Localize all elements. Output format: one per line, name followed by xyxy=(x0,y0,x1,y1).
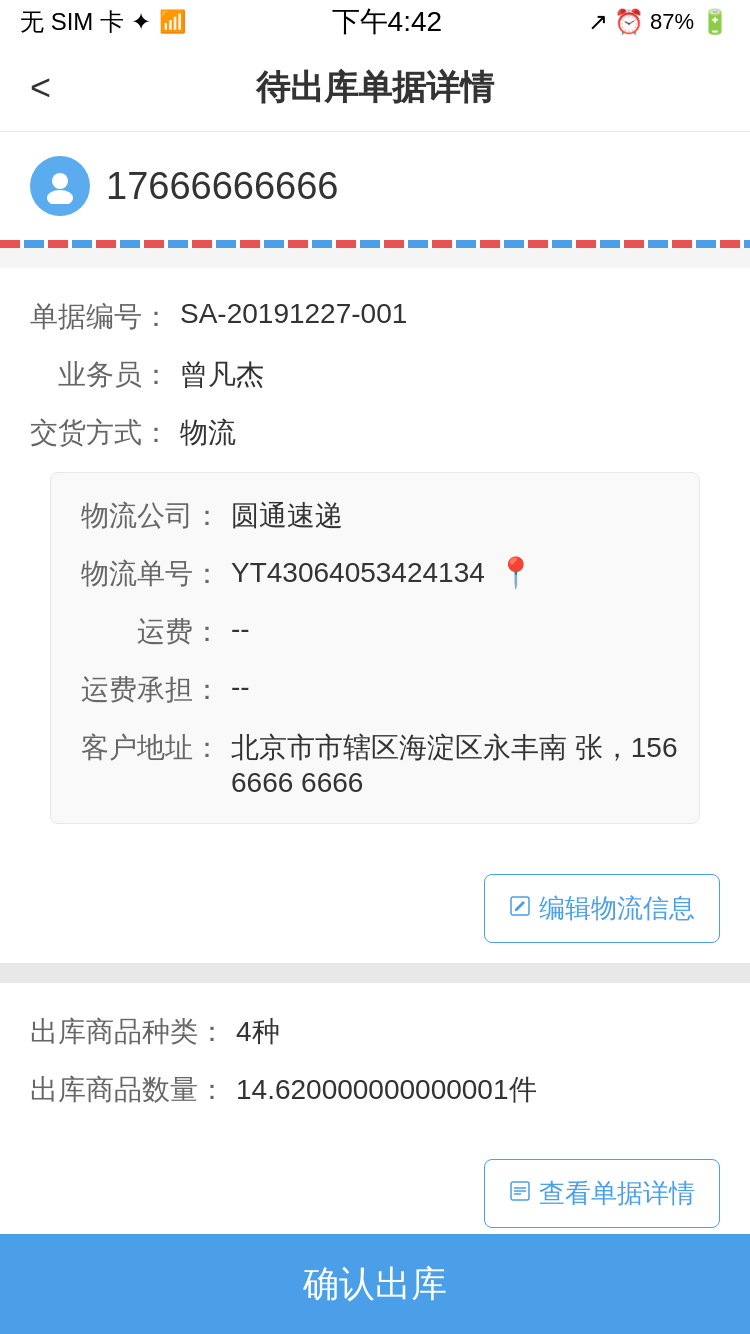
salesperson-value: 曾凡杰 xyxy=(180,356,720,394)
freight-bear-value: -- xyxy=(231,671,679,703)
company-row: 物流公司： 圆通速递 xyxy=(71,497,679,535)
goods-quantity-label: 出库商品数量： xyxy=(30,1071,226,1109)
salesperson-label: 业务员： xyxy=(30,356,170,394)
goods-types-label: 出库商品种类： xyxy=(30,1013,226,1051)
confirm-button-label: 确认出库 xyxy=(303,1260,447,1309)
document-row: 单据编号： SA-20191227-001 xyxy=(30,298,720,336)
nav-bar: < 待出库单据详情 xyxy=(0,44,750,132)
delivery-row: 交货方式： 物流 xyxy=(30,414,720,452)
goods-types-value: 4种 xyxy=(236,1013,720,1051)
battery-indicator: 87% xyxy=(650,9,694,35)
goods-types-row: 出库商品种类： 4种 xyxy=(30,1013,720,1051)
wifi-icon: 📶 xyxy=(159,9,186,35)
goods-quantity-value: 14.620000000000001件 xyxy=(236,1071,720,1109)
section-separator xyxy=(0,963,750,983)
address-row: 客户地址： 北京市市辖区海淀区永丰南 张，156 6666 6666 xyxy=(71,729,679,799)
goods-quantity-row: 出库商品数量： 14.620000000000001件 xyxy=(30,1071,720,1109)
phone-number: 17666666666 xyxy=(106,165,338,208)
freight-row: 运费： -- xyxy=(71,613,679,651)
tracking-value-row: YT43064053424134 📍 xyxy=(231,555,679,590)
tracking-row: 物流单号： YT43064053424134 📍 xyxy=(71,555,679,593)
address-value: 北京市市辖区海淀区永丰南 张，156 6666 6666 xyxy=(231,729,679,799)
document-value: SA-20191227-001 xyxy=(180,298,720,330)
svg-point-1 xyxy=(47,190,73,204)
location-status-icon: ↗ xyxy=(588,8,608,36)
confirm-btn-container[interactable]: 确认出库 xyxy=(0,1234,750,1334)
sim-text: 无 SIM 卡 ✦ xyxy=(20,6,151,38)
detail-icon xyxy=(509,1178,531,1209)
delivery-label: 交货方式： xyxy=(30,414,170,452)
battery-icon: 🔋 xyxy=(700,8,730,36)
alarm-icon: ⏰ xyxy=(614,8,644,36)
address-label: 客户地址： xyxy=(71,729,221,767)
salesperson-row: 业务员： 曾凡杰 xyxy=(30,356,720,394)
back-button[interactable]: < xyxy=(30,67,51,109)
freight-bear-row: 运费承担： -- xyxy=(71,671,679,709)
dashed-separator xyxy=(0,240,750,248)
page-title: 待出库单据详情 xyxy=(256,65,494,111)
status-time: 下午4:42 xyxy=(332,3,443,41)
freight-label: 运费： xyxy=(71,613,221,651)
tracking-label: 物流单号： xyxy=(71,555,221,593)
detail-btn-row: 查看单据详情 xyxy=(0,1139,750,1248)
delivery-value: 物流 xyxy=(180,414,720,452)
phone-card: 17666666666 xyxy=(0,132,750,240)
edit-logistics-label: 编辑物流信息 xyxy=(539,891,695,926)
status-bar: 无 SIM 卡 ✦ 📶 下午4:42 ↗ ⏰ 87% 🔋 xyxy=(0,0,750,44)
freight-bear-label: 运费承担： xyxy=(71,671,221,709)
edit-logistics-button[interactable]: 编辑物流信息 xyxy=(484,874,720,943)
goods-section: 出库商品种类： 4种 出库商品数量： 14.620000000000001件 xyxy=(0,983,750,1139)
company-label: 物流公司： xyxy=(71,497,221,535)
basic-info-section: 单据编号： SA-20191227-001 业务员： 曾凡杰 交货方式： 物流 … xyxy=(0,268,750,854)
edit-btn-row: 编辑物流信息 xyxy=(0,854,750,963)
tracking-location-icon[interactable]: 📍 xyxy=(497,555,534,590)
edit-icon xyxy=(509,893,531,924)
logistics-section: 物流公司： 圆通速递 物流单号： YT43064053424134 📍 运费： … xyxy=(50,472,700,824)
company-value: 圆通速递 xyxy=(231,497,679,535)
view-detail-label: 查看单据详情 xyxy=(539,1176,695,1211)
status-right: ↗ ⏰ 87% 🔋 xyxy=(588,8,730,36)
avatar xyxy=(30,156,90,216)
view-detail-button[interactable]: 查看单据详情 xyxy=(484,1159,720,1228)
tracking-number: YT43064053424134 xyxy=(231,557,485,589)
status-left: 无 SIM 卡 ✦ 📶 xyxy=(20,6,186,38)
svg-point-0 xyxy=(52,173,68,189)
freight-value: -- xyxy=(231,613,679,645)
document-label: 单据编号： xyxy=(30,298,170,336)
